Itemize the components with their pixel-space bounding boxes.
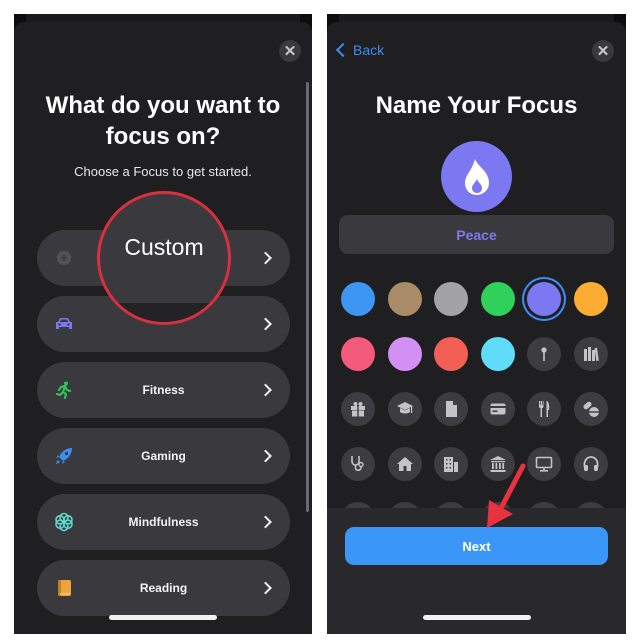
glyph-option-pills[interactable]	[573, 392, 608, 426]
color-swatch-pink[interactable]	[341, 337, 375, 371]
chevron-right-icon	[259, 251, 272, 265]
glyph-option-display[interactable]	[527, 447, 561, 481]
focus-item-fitness[interactable]: Fitness	[37, 362, 290, 418]
glyph-option-fork-knife[interactable]	[527, 392, 561, 426]
fork-knife-icon	[539, 401, 550, 417]
focus-item-mindfulness[interactable]: Mindfulness	[37, 494, 290, 550]
glyph-option-pin[interactable]	[527, 337, 561, 371]
credit-card-icon	[490, 403, 505, 415]
color-swatch-orange[interactable]	[573, 282, 608, 316]
close-button[interactable]: ✕	[279, 40, 301, 62]
building-icon	[444, 457, 458, 472]
bank-icon	[489, 456, 506, 472]
gift-icon	[351, 402, 365, 417]
close-icon: ✕	[596, 42, 610, 60]
pin-icon	[541, 347, 547, 361]
home-indicator	[422, 615, 531, 620]
glyph-option-building[interactable]	[434, 447, 468, 481]
car-icon	[54, 314, 74, 334]
chevron-left-icon	[335, 42, 351, 58]
back-button[interactable]: Back	[334, 42, 384, 58]
focus-picker-screen: ✕ What do you want to focus on? Choose a…	[14, 14, 312, 634]
headphones-icon	[583, 456, 598, 471]
flame-icon	[464, 158, 489, 195]
focus-item-gaming[interactable]: Gaming	[37, 428, 290, 484]
close-button[interactable]: ✕	[592, 40, 614, 62]
glyph-option-books[interactable]	[573, 337, 608, 371]
glyph-option-headphones[interactable]	[573, 447, 608, 481]
glyph-option-house[interactable]	[387, 447, 422, 481]
name-focus-screen: Back ✕ Name Your Focus Next	[327, 14, 626, 634]
next-button[interactable]: Next	[345, 527, 608, 565]
focus-icon-preview	[441, 141, 512, 212]
color-swatch-purple[interactable]	[527, 282, 561, 316]
color-swatch-lavender[interactable]	[387, 337, 422, 371]
sheet: Back ✕ Name Your Focus Next	[327, 22, 626, 634]
page-title: What do you want to focus on?	[45, 92, 281, 150]
focus-item-label: Mindfulness	[128, 515, 199, 529]
document-icon	[446, 401, 457, 417]
flower-icon	[54, 512, 74, 532]
plus-circle-icon	[54, 248, 74, 268]
color-swatch-cyan[interactable]	[480, 337, 515, 371]
glyph-option-bank[interactable]	[480, 447, 515, 481]
pills-icon	[582, 401, 599, 417]
glyph-option-stethoscope[interactable]	[341, 447, 375, 481]
color-and-icon-grid	[341, 282, 613, 536]
color-swatch-blue[interactable]	[341, 282, 375, 316]
page-subtitle: Choose a Focus to get started.	[74, 164, 252, 179]
focus-item-label: Gaming	[141, 449, 186, 463]
magnifier-gap	[100, 303, 228, 322]
chevron-right-icon	[259, 317, 272, 331]
close-icon: ✕	[283, 42, 297, 60]
color-swatch-gray[interactable]	[434, 282, 468, 316]
page-title: Name Your Focus	[375, 92, 578, 119]
sheet: ✕ What do you want to focus on? Choose a…	[14, 22, 312, 634]
color-swatch-green[interactable]	[480, 282, 515, 316]
focus-item-label: Reading	[139, 581, 188, 595]
display-icon	[535, 456, 553, 472]
home-indicator	[109, 615, 217, 620]
glyph-option-credit-card[interactable]	[480, 392, 515, 426]
focus-item-reading[interactable]: Reading	[37, 560, 290, 616]
graduation-cap-icon	[396, 402, 413, 414]
focus-name-input[interactable]	[339, 215, 614, 254]
rocket-icon	[54, 446, 74, 466]
house-icon	[396, 457, 413, 471]
focus-item-label: Fitness	[142, 383, 185, 397]
back-label: Back	[353, 42, 385, 58]
book-icon	[54, 578, 74, 598]
glyph-option-document[interactable]	[434, 392, 468, 426]
magnifier-annotation: Custom	[97, 191, 231, 325]
glyph-option-graduation-cap[interactable]	[387, 392, 422, 426]
stethoscope-icon	[351, 456, 364, 472]
books-icon	[583, 347, 599, 362]
running-figure-icon	[54, 380, 74, 400]
glyph-option-gift[interactable]	[341, 392, 375, 426]
color-swatch-red[interactable]	[434, 337, 468, 371]
magnified-custom-label: Custom	[124, 234, 204, 260]
color-swatch-brown[interactable]	[387, 282, 422, 316]
